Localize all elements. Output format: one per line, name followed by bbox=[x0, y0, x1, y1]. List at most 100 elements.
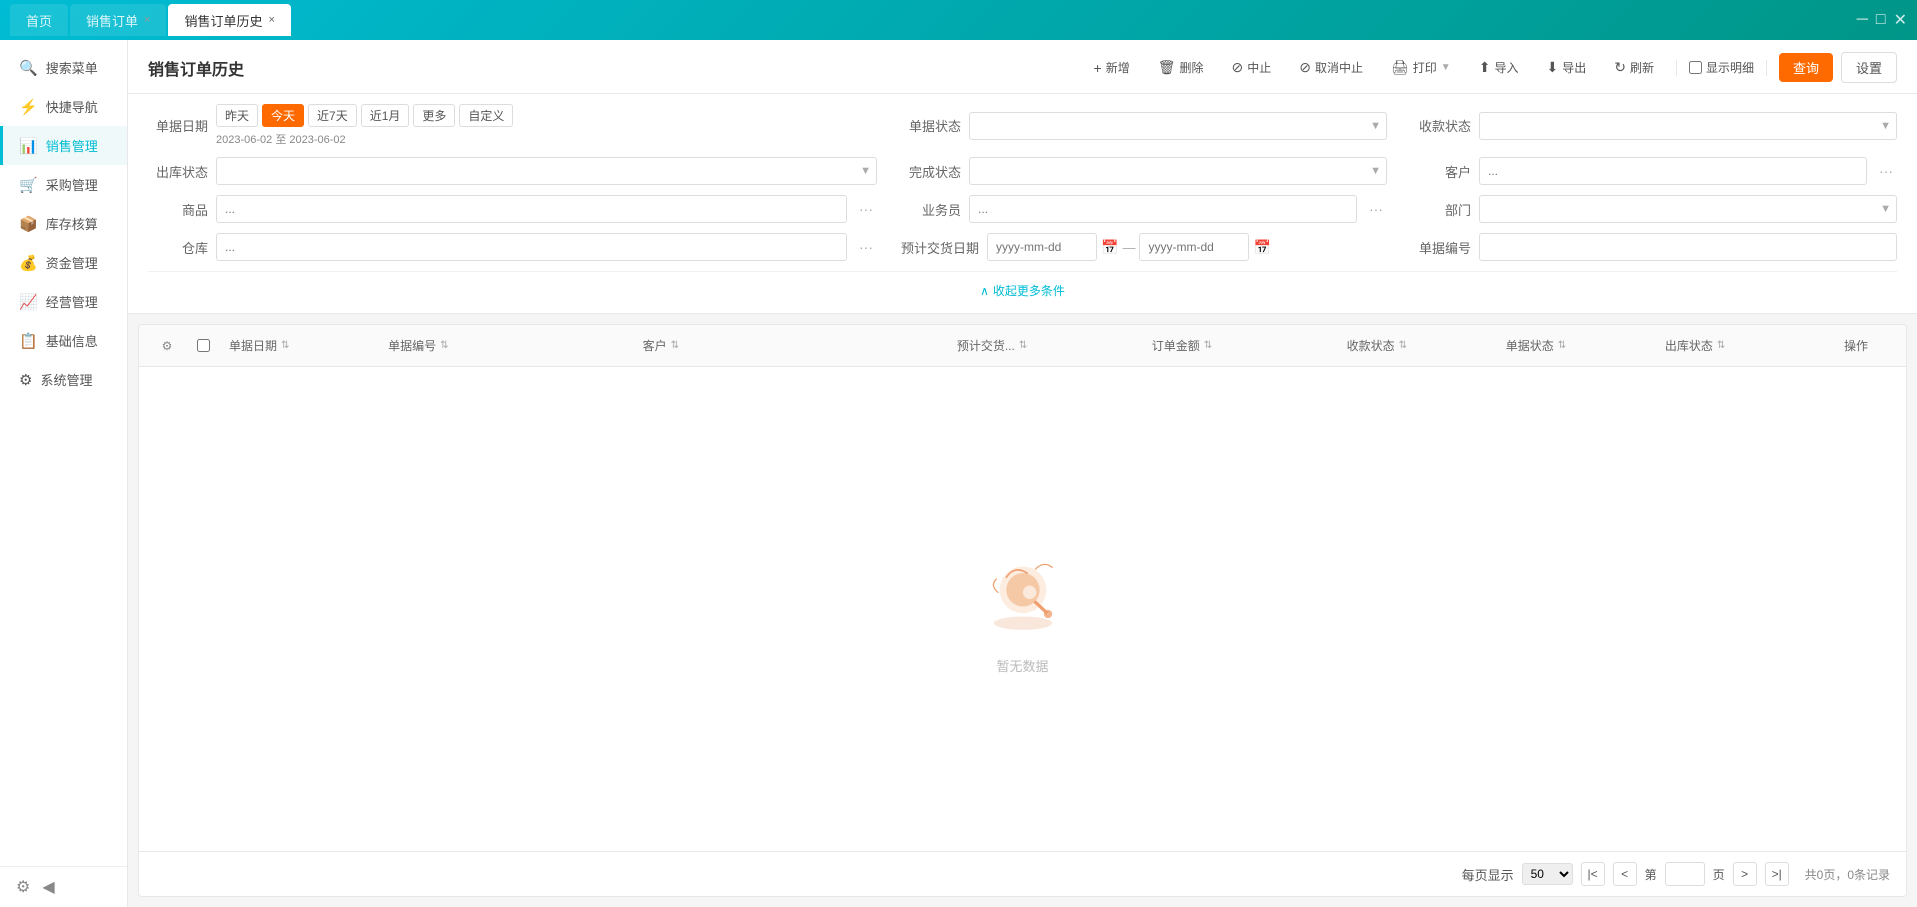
maximize-icon[interactable]: □ bbox=[1876, 11, 1886, 29]
warehouse-status-select[interactable] bbox=[216, 157, 877, 185]
tab-sales-order-label: 销售订单 bbox=[86, 11, 138, 30]
date-btn-yesterday[interactable]: 昨天 bbox=[216, 104, 258, 127]
sidebar-item-quicknav[interactable]: ⚡ 快捷导航 bbox=[0, 87, 127, 126]
payment-status-select-wrap: ▼ bbox=[1479, 112, 1897, 140]
payment-status-select[interactable] bbox=[1479, 112, 1897, 140]
tab-home[interactable]: 首页 bbox=[10, 4, 68, 36]
calendar-from-icon[interactable]: 📅 bbox=[1101, 239, 1118, 256]
sidebar-bottom: ⚙ ◀ bbox=[0, 866, 127, 907]
refresh-button[interactable]: ↻ 刷新 bbox=[1604, 55, 1664, 80]
import-button[interactable]: ⬆ 导入 bbox=[1469, 55, 1529, 80]
warehouse-status-label: 出库状态 bbox=[148, 162, 208, 181]
sidebar-item-purchase[interactable]: 🛒 采购管理 bbox=[0, 165, 127, 204]
th-number[interactable]: 单据编号 ⇅ bbox=[380, 337, 635, 354]
sidebar-item-inventory[interactable]: 📦 库存核算 bbox=[0, 204, 127, 243]
cancel-stop-button[interactable]: ⊘ 取消中止 bbox=[1289, 55, 1373, 80]
first-page-btn[interactable]: |< bbox=[1581, 862, 1605, 886]
search-icon: 🔍 bbox=[19, 59, 38, 77]
sidebar-item-operations[interactable]: 📈 经营管理 bbox=[0, 282, 127, 321]
query-button[interactable]: 查询 bbox=[1779, 53, 1833, 82]
th-status-label: 单据状态 bbox=[1506, 337, 1554, 354]
bill-number-input[interactable] bbox=[1479, 233, 1897, 261]
print-button[interactable]: 🖨 打印 ▼ bbox=[1381, 55, 1461, 80]
tab-home-label: 首页 bbox=[26, 11, 52, 30]
customer-dots[interactable]: ··· bbox=[1875, 163, 1897, 179]
date-btn-more[interactable]: 更多 bbox=[413, 104, 455, 127]
calendar-to-icon[interactable]: 📅 bbox=[1253, 239, 1270, 256]
collapse-up-icon: ∧ bbox=[980, 284, 989, 298]
table-area: ⚙ 单据日期 ⇅ 单据编号 ⇅ 客户 ⇅ 预计交货... bbox=[138, 324, 1907, 897]
export-label: 导出 bbox=[1562, 59, 1586, 76]
date-btn-1month[interactable]: 近1月 bbox=[361, 104, 410, 127]
delete-button[interactable]: 🗑 删除 bbox=[1148, 55, 1214, 80]
th-checkbox[interactable] bbox=[185, 339, 221, 352]
warehouse-status-select-wrap: ▼ bbox=[216, 157, 877, 185]
th-delivery[interactable]: 预计交货... ⇅ bbox=[949, 337, 1144, 354]
settings-bottom-icon[interactable]: ⚙ bbox=[16, 877, 30, 897]
delivery-date-to[interactable] bbox=[1139, 233, 1249, 261]
th-warehouse-sort: ⇅ bbox=[1717, 340, 1725, 351]
tab-sales-order-close[interactable]: × bbox=[144, 14, 150, 26]
delivery-date-from[interactable] bbox=[987, 233, 1097, 261]
salesperson-dots[interactable]: ··· bbox=[1365, 201, 1387, 217]
th-payment[interactable]: 收款状态 ⇅ bbox=[1339, 337, 1498, 354]
warehouse-input[interactable] bbox=[216, 233, 847, 261]
export-icon: ⬇ bbox=[1546, 59, 1558, 76]
goods-dots[interactable]: ··· bbox=[855, 201, 877, 217]
th-status-sort: ⇅ bbox=[1558, 340, 1566, 351]
next-page-btn[interactable]: > bbox=[1733, 862, 1757, 886]
top-bar: 首页 销售订单 × 销售订单历史 × ─ □ ✕ bbox=[0, 0, 1917, 40]
sidebar-item-search[interactable]: 🔍 搜索菜单 bbox=[0, 48, 127, 87]
salesperson-input[interactable] bbox=[969, 195, 1357, 223]
export-button[interactable]: ⬇ 导出 bbox=[1536, 55, 1596, 80]
settings-button[interactable]: 设置 bbox=[1841, 52, 1897, 83]
th-date[interactable]: 单据日期 ⇅ bbox=[221, 337, 380, 354]
close-icon[interactable]: ✕ bbox=[1894, 10, 1907, 30]
display-toggle-checkbox[interactable] bbox=[1689, 61, 1702, 74]
date-btn-custom[interactable]: 自定义 bbox=[459, 104, 513, 127]
filter-delivery-date: 预计交货日期 📅 — 📅 bbox=[901, 233, 1387, 261]
th-number-label: 单据编号 bbox=[388, 337, 436, 354]
empty-illustration bbox=[973, 544, 1073, 644]
add-button[interactable]: + 新增 bbox=[1084, 55, 1140, 80]
stop-button[interactable]: ⊘ 中止 bbox=[1222, 55, 1282, 80]
goods-input[interactable] bbox=[216, 195, 847, 223]
th-status[interactable]: 单据状态 ⇅ bbox=[1498, 337, 1657, 354]
select-all-checkbox[interactable] bbox=[197, 339, 210, 352]
tab-sales-order-history-close[interactable]: × bbox=[268, 14, 274, 26]
prev-page-btn[interactable]: < bbox=[1613, 862, 1637, 886]
th-amount[interactable]: 订单金额 ⇅ bbox=[1144, 337, 1339, 354]
window-controls: ─ □ ✕ bbox=[1857, 10, 1907, 30]
sidebar-item-quicknav-label: 快捷导航 bbox=[46, 97, 98, 116]
bill-number-label: 单据编号 bbox=[1411, 238, 1471, 257]
th-settings[interactable]: ⚙ bbox=[149, 339, 185, 353]
th-warehouse-status[interactable]: 出库状态 ⇅ bbox=[1657, 337, 1816, 354]
page-input[interactable]: 1 bbox=[1665, 862, 1705, 886]
th-customer[interactable]: 客户 ⇅ bbox=[635, 337, 949, 354]
sidebar-item-basic-info[interactable]: 📋 基础信息 bbox=[0, 321, 127, 360]
sidebar-item-system-label: 系统管理 bbox=[40, 370, 92, 389]
complete-status-select-wrap: ▼ bbox=[969, 157, 1387, 185]
quicknav-icon: ⚡ bbox=[19, 98, 38, 116]
tab-sales-order[interactable]: 销售订单 × bbox=[70, 4, 166, 36]
customer-input[interactable] bbox=[1479, 157, 1867, 185]
per-page-select[interactable]: 10 20 50 100 bbox=[1522, 863, 1573, 885]
date-btn-7days[interactable]: 近7天 bbox=[308, 104, 357, 127]
sidebar-item-system[interactable]: ⚙ 系统管理 bbox=[0, 360, 127, 399]
minimize-icon[interactable]: ─ bbox=[1857, 11, 1868, 29]
main-layout: 🔍 搜索菜单 ⚡ 快捷导航 📊 销售管理 🛒 采购管理 📦 库存核算 💰 资金管… bbox=[0, 40, 1917, 907]
collapse-btn[interactable]: ∧ 收起更多条件 bbox=[148, 278, 1897, 303]
complete-status-select[interactable] bbox=[969, 157, 1387, 185]
basic-info-icon: 📋 bbox=[19, 332, 38, 350]
filter-warehouse: 仓库 ··· bbox=[148, 233, 877, 261]
bill-status-select[interactable] bbox=[969, 112, 1387, 140]
department-select[interactable] bbox=[1479, 195, 1897, 223]
last-page-btn[interactable]: >| bbox=[1765, 862, 1789, 886]
sidebar-item-sales[interactable]: 📊 销售管理 bbox=[0, 126, 127, 165]
date-btn-today[interactable]: 今天 bbox=[262, 104, 304, 127]
warehouse-dots[interactable]: ··· bbox=[855, 239, 877, 255]
tab-sales-order-history[interactable]: 销售订单历史 × bbox=[168, 4, 290, 36]
display-toggle[interactable]: 显示明细 bbox=[1689, 59, 1754, 76]
sidebar-item-finance[interactable]: 💰 资金管理 bbox=[0, 243, 127, 282]
collapse-sidebar-icon[interactable]: ◀ bbox=[42, 877, 54, 897]
